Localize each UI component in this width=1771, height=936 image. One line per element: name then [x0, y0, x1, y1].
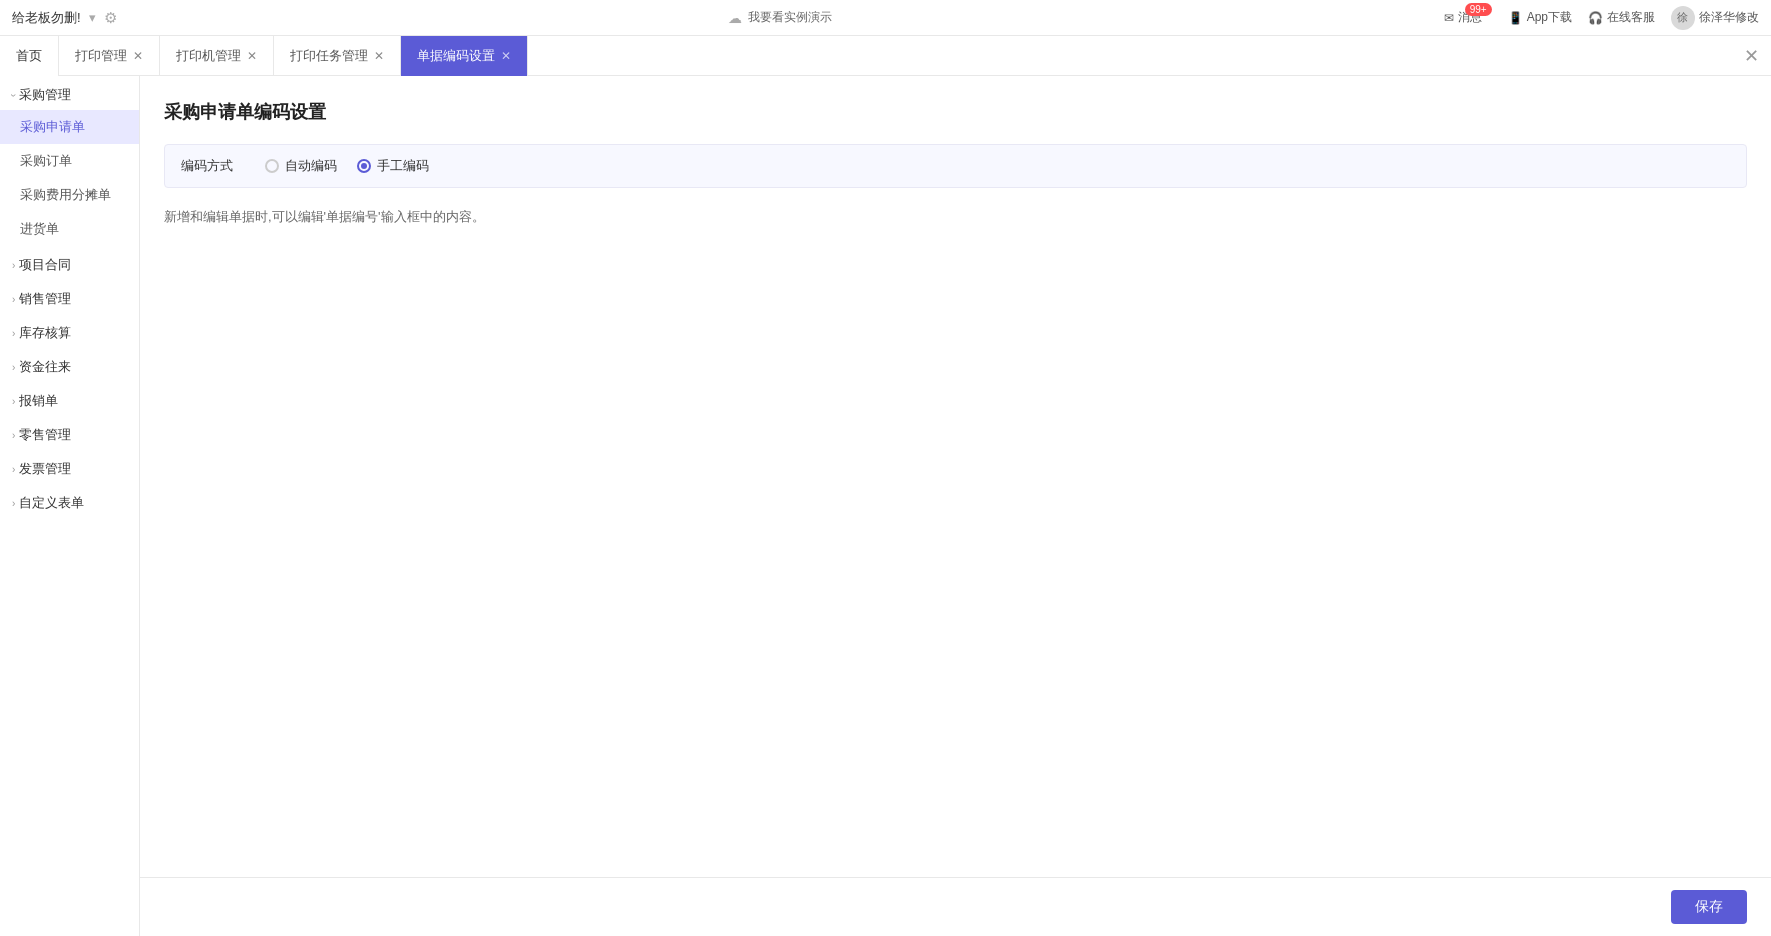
radio-manual-label: 手工编码	[377, 157, 429, 175]
sidebar-item-stock-in[interactable]: 进货单	[0, 212, 139, 246]
top-bar-left: 给老板勿删! ▾ ⚙	[12, 9, 117, 27]
sidebar-item-purchase-request[interactable]: 采购申请单	[0, 110, 139, 144]
online-service-btn[interactable]: 🎧 在线客服	[1588, 9, 1655, 26]
sidebar-group-inventory-title[interactable]: › 库存核算	[0, 314, 139, 348]
tab-printer-mgmt[interactable]: 打印机管理 ✕	[160, 36, 274, 76]
sidebar-item-purchase-request-label: 采购申请单	[20, 119, 85, 134]
sidebar-group-project-title[interactable]: › 项目合同	[0, 246, 139, 280]
sidebar-item-purchase-order-label: 采购订单	[20, 153, 72, 168]
chevron-custom-icon: ›	[12, 498, 15, 509]
app-download-btn[interactable]: 📱 App下载	[1508, 9, 1572, 26]
encode-label: 编码方式	[181, 157, 233, 175]
content-footer: 保存	[140, 877, 1771, 936]
sidebar-group-sales-label: 销售管理	[19, 290, 71, 308]
chevron-retail-icon: ›	[12, 430, 15, 441]
content-area: 采购申请单编码设置 编码方式 自动编码 手工编码 新增和编辑单据时,可以编辑'单…	[140, 76, 1771, 936]
message-icon: ✉	[1444, 11, 1454, 25]
sidebar-group-sales-title[interactable]: › 销售管理	[0, 280, 139, 314]
encode-section: 编码方式 自动编码 手工编码	[164, 144, 1747, 188]
sidebar-group-custom-label: 自定义表单	[19, 494, 84, 512]
chevron-project-icon: ›	[12, 260, 15, 271]
tab-single-code-close[interactable]: ✕	[501, 49, 511, 63]
sidebar-group-retail: › 零售管理	[0, 416, 139, 450]
sidebar-group-returns: › 报销单	[0, 382, 139, 416]
sidebar-group-inventory: › 库存核算	[0, 314, 139, 348]
tab-printer-mgmt-label: 打印机管理	[176, 47, 241, 65]
sidebar-group-funds-label: 资金往来	[19, 358, 71, 376]
chevron-returns-icon: ›	[12, 396, 15, 407]
sidebar-group-custom: › 自定义表单	[0, 484, 139, 518]
sidebar-item-purchase-order[interactable]: 采购订单	[0, 144, 139, 178]
radio-manual[interactable]: 手工编码	[357, 157, 429, 175]
sidebar-group-purchase-title[interactable]: › 采购管理	[0, 76, 139, 110]
sidebar-item-stock-in-label: 进货单	[20, 221, 59, 236]
sidebar-group-invoice: › 发票管理	[0, 450, 139, 484]
message-btn[interactable]: ✉ 消息 99+	[1444, 9, 1482, 26]
sidebar-group-sales: › 销售管理	[0, 280, 139, 314]
chevron-funds-icon: ›	[12, 362, 15, 373]
radio-auto[interactable]: 自动编码	[265, 157, 337, 175]
sidebar-group-retail-title[interactable]: › 零售管理	[0, 416, 139, 450]
avatar: 徐	[1671, 6, 1695, 30]
settings-icon[interactable]: ⚙	[104, 9, 117, 27]
download-icon: 📱	[1508, 11, 1523, 25]
tab-print-task-close[interactable]: ✕	[374, 49, 384, 63]
tab-single-code[interactable]: 单据编码设置 ✕	[401, 36, 528, 76]
tab-print-mgmt-label: 打印管理	[75, 47, 127, 65]
message-badge: 99+	[1465, 3, 1492, 16]
search-hint: 我要看实例演示	[748, 9, 832, 26]
sidebar-item-purchase-expense-label: 采购费用分摊单	[20, 187, 111, 202]
tab-print-mgmt[interactable]: 打印管理 ✕	[59, 36, 160, 76]
sidebar-group-custom-title[interactable]: › 自定义表单	[0, 484, 139, 518]
chevron-purchase-icon: ›	[8, 93, 19, 96]
sidebar-group-funds-title[interactable]: › 资金往来	[0, 348, 139, 382]
sidebar-group-project: › 项目合同	[0, 246, 139, 280]
sidebar-item-purchase-expense[interactable]: 采购费用分摊单	[0, 178, 139, 212]
tab-home[interactable]: 首页	[0, 36, 59, 76]
radio-auto-circle	[265, 159, 279, 173]
tab-print-mgmt-close[interactable]: ✕	[133, 49, 143, 63]
tab-home-label: 首页	[16, 47, 42, 65]
main-layout: › 采购管理 采购申请单 采购订单 采购费用分摊单 进货单 › 项目合同	[0, 76, 1771, 936]
sidebar: › 采购管理 采购申请单 采购订单 采购费用分摊单 进货单 › 项目合同	[0, 76, 140, 936]
sidebar-group-project-label: 项目合同	[19, 256, 71, 274]
user-avatar-btn[interactable]: 徐 徐泽华修改	[1671, 6, 1759, 30]
sidebar-group-purchase-label: 采购管理	[19, 86, 71, 104]
sidebar-group-inventory-label: 库存核算	[19, 324, 71, 342]
sidebar-group-returns-label: 报销单	[19, 392, 58, 410]
page-title: 采购申请单编码设置	[164, 100, 1747, 124]
top-bar-right: ✉ 消息 99+ 📱 App下载 🎧 在线客服 徐 徐泽华修改	[1444, 6, 1759, 30]
sidebar-group-retail-label: 零售管理	[19, 426, 71, 444]
sidebar-group-invoice-label: 发票管理	[19, 460, 71, 478]
cloud-icon: ☁	[728, 10, 742, 26]
hint-text: 新增和编辑单据时,可以编辑'单据编号'输入框中的内容。	[164, 208, 1747, 226]
user-name: 徐泽华修改	[1699, 9, 1759, 26]
online-service-label: 在线客服	[1607, 9, 1655, 26]
sidebar-group-funds: › 资金往来	[0, 348, 139, 382]
tab-single-code-label: 单据编码设置	[417, 47, 495, 65]
tab-printer-mgmt-close[interactable]: ✕	[247, 49, 257, 63]
sidebar-group-purchase: › 采购管理 采购申请单 采购订单 采购费用分摊单 进货单	[0, 76, 139, 246]
search-area[interactable]: ☁ 我要看实例演示	[728, 9, 832, 26]
chevron-inventory-icon: ›	[12, 328, 15, 339]
tab-bar: 首页 打印管理 ✕ 打印机管理 ✕ 打印任务管理 ✕ 单据编码设置 ✕ ✕	[0, 36, 1771, 76]
dropdown-icon[interactable]: ▾	[89, 10, 96, 25]
sidebar-group-invoice-title[interactable]: › 发票管理	[0, 450, 139, 484]
headset-icon: 🎧	[1588, 11, 1603, 25]
top-bar: 给老板勿删! ▾ ⚙ ☁ 我要看实例演示 ✉ 消息 99+ 📱 App下载 🎧 …	[0, 0, 1771, 36]
radio-group: 自动编码 手工编码	[265, 157, 429, 175]
tab-bar-close-btn[interactable]: ✕	[1732, 45, 1771, 67]
chevron-sales-icon: ›	[12, 294, 15, 305]
radio-manual-circle	[357, 159, 371, 173]
chevron-invoice-icon: ›	[12, 464, 15, 475]
brand-label: 给老板勿删!	[12, 9, 81, 27]
sidebar-group-returns-title[interactable]: › 报销单	[0, 382, 139, 416]
tab-print-task[interactable]: 打印任务管理 ✕	[274, 36, 401, 76]
radio-auto-label: 自动编码	[285, 157, 337, 175]
content-body: 采购申请单编码设置 编码方式 自动编码 手工编码 新增和编辑单据时,可以编辑'单…	[140, 76, 1771, 877]
save-button[interactable]: 保存	[1671, 890, 1747, 924]
app-download-label: App下载	[1527, 9, 1572, 26]
tab-print-task-label: 打印任务管理	[290, 47, 368, 65]
